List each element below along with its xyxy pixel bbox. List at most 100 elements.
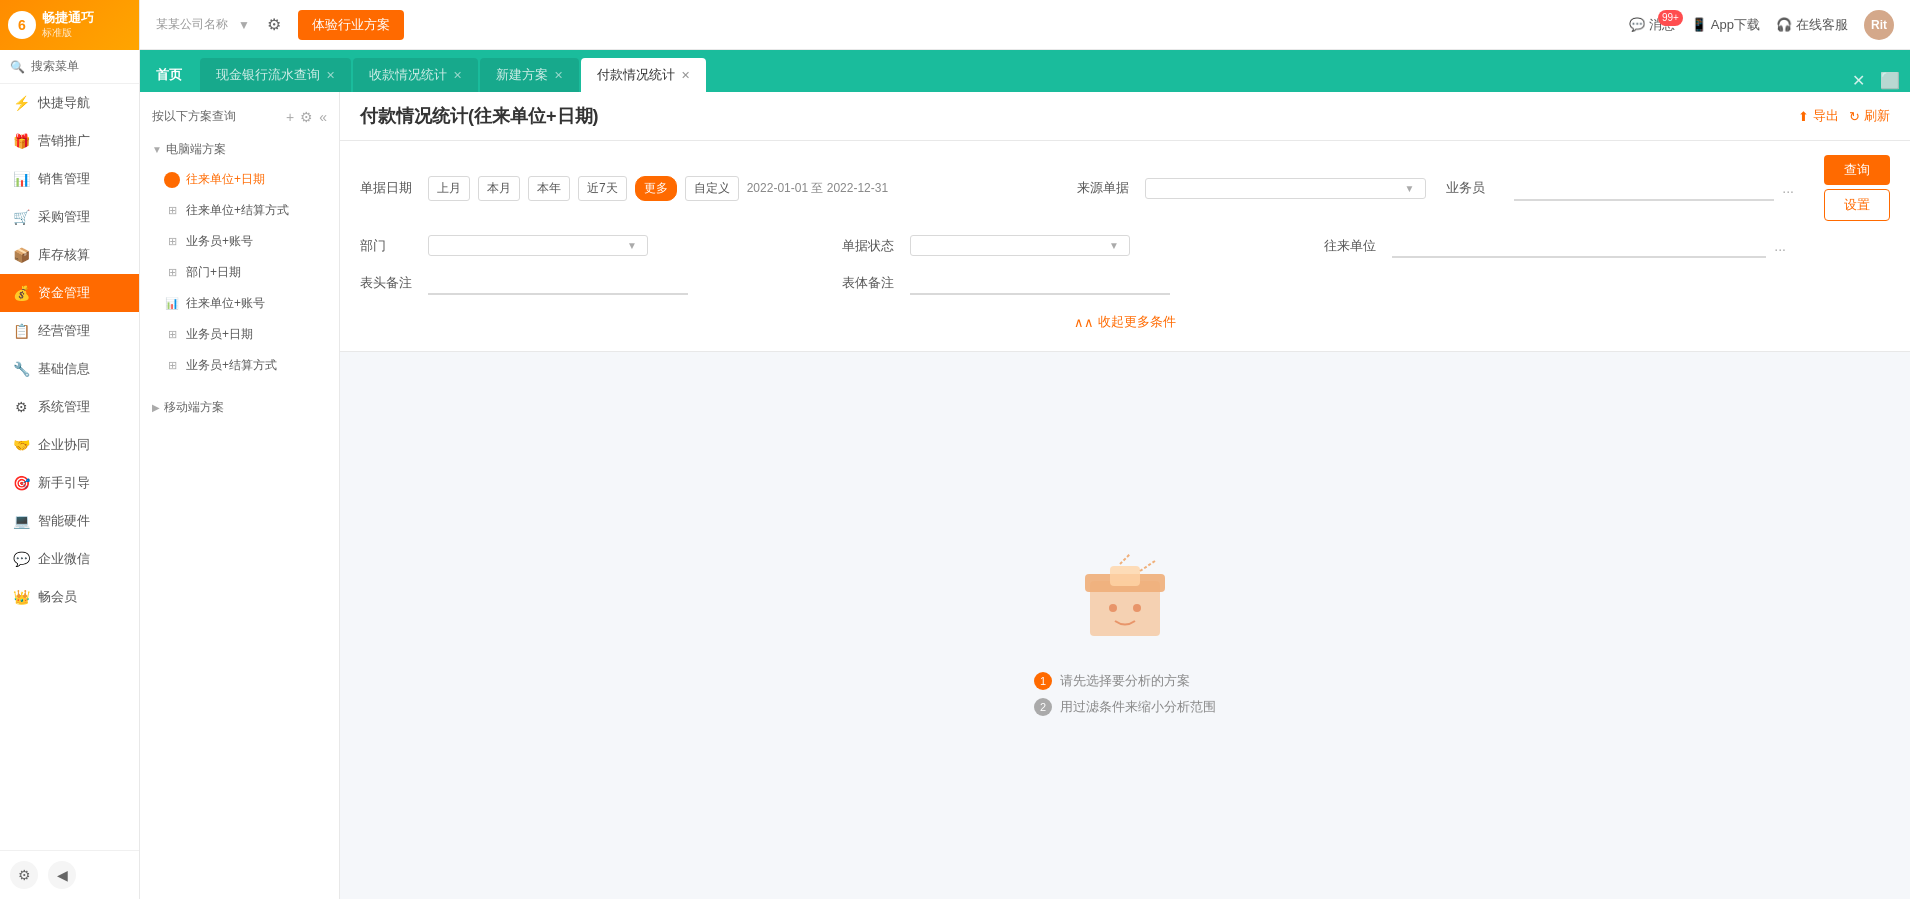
svg-point-4 bbox=[1133, 604, 1141, 612]
user-avatar[interactable]: Rit bbox=[1864, 10, 1894, 40]
system-icon: ⚙ bbox=[12, 398, 30, 416]
left-panel: 按以下方案查询 + ⚙ « ▼ 电脑端方案 往来单位 bbox=[140, 92, 340, 899]
sidebar-item-sales[interactable]: 📊 销售管理 bbox=[0, 160, 139, 198]
message-badge: 99+ bbox=[1658, 10, 1683, 26]
topbar: 某某公司名称 ▼ ⚙ 体验行业方案 💬 消息 99+ 📱 App下载 🎧 在线客… bbox=[140, 0, 1910, 50]
tabbar: 首页 现金银行流水查询 ✕ 收款情况统计 ✕ 新建方案 ✕ 付款情况统计 ✕ ✕… bbox=[140, 50, 1910, 92]
desktop-schemes-section: ▼ 电脑端方案 往来单位+日期 ⊞ 往来单位+结算方式 bbox=[140, 131, 339, 385]
date-filter-group: 单据日期 上月 本月 本年 近7天 更多 自定义 2022-01-01 至 20… bbox=[360, 176, 1057, 201]
tab-payment-close[interactable]: ✕ bbox=[681, 69, 690, 82]
topbar-gear-btn[interactable]: ⚙ bbox=[260, 11, 288, 39]
desktop-schemes-toggle[interactable]: ▼ 电脑端方案 bbox=[140, 135, 339, 164]
sidebar-item-hardware[interactable]: 💻 智能硬件 bbox=[0, 502, 139, 540]
tab-payment[interactable]: 付款情况统计 ✕ bbox=[581, 58, 706, 92]
svg-point-3 bbox=[1109, 604, 1117, 612]
query-btn[interactable]: 查询 bbox=[1824, 155, 1890, 185]
setting-btn[interactable]: 设置 bbox=[1824, 189, 1890, 221]
scheme-settings-btn[interactable]: ⚙ bbox=[300, 109, 313, 125]
tip-num-2: 2 bbox=[1034, 698, 1052, 716]
settings-bottom-btn[interactable]: ⚙ bbox=[10, 861, 38, 889]
sidebar-item-wechat[interactable]: 💬 企业微信 bbox=[0, 540, 139, 578]
trial-btn[interactable]: 体验行业方案 bbox=[298, 10, 404, 40]
sidebar-item-quick-nav[interactable]: ⚡ 快捷导航 bbox=[0, 84, 139, 122]
source-doc-select[interactable]: ▼ bbox=[1145, 178, 1426, 199]
collapse-icon: ∧∧ bbox=[1074, 315, 1094, 330]
export-btn[interactable]: ⬆ 导出 bbox=[1798, 107, 1839, 125]
svg-rect-2 bbox=[1110, 566, 1140, 586]
staff-group: 业务员 ... bbox=[1446, 176, 1795, 201]
app-icon: 📱 bbox=[1691, 17, 1707, 32]
counterpart-dots: ... bbox=[1774, 238, 1786, 254]
collapse-panel-btn[interactable]: « bbox=[319, 109, 327, 125]
tab-home[interactable]: 首页 bbox=[140, 58, 198, 92]
close-all-tabs-btn[interactable]: ✕ bbox=[1846, 68, 1870, 92]
date-7days-btn[interactable]: 近7天 bbox=[578, 176, 627, 201]
right-header: 付款情况统计(往来单位+日期) ⬆ 导出 ↻ 刷新 bbox=[340, 92, 1910, 141]
tab-bank-close[interactable]: ✕ bbox=[326, 69, 335, 82]
body-note-input[interactable] bbox=[910, 270, 1170, 294]
tab-new-plan-close[interactable]: ✕ bbox=[554, 69, 563, 82]
sidebar-item-cooperation[interactable]: 🤝 企业协同 bbox=[0, 426, 139, 464]
scheme-staff-date[interactable]: ⊞ 业务员+日期 bbox=[140, 319, 339, 350]
sidebar-item-guide[interactable]: 🎯 新手引导 bbox=[0, 464, 139, 502]
filter-row-2: 部门 ▼ 单据状态 ▼ 往来单位 bbox=[360, 233, 1890, 258]
header-note-input[interactable] bbox=[428, 270, 688, 294]
date-this-year-btn[interactable]: 本年 bbox=[528, 176, 570, 201]
topbar-right: 💬 消息 99+ 📱 App下载 🎧 在线客服 Rit bbox=[1629, 10, 1894, 40]
header-actions: ⬆ 导出 ↻ 刷新 bbox=[1798, 107, 1890, 125]
quick-nav-icon: ⚡ bbox=[12, 94, 30, 112]
sidebar-item-inventory[interactable]: 📦 库存核算 bbox=[0, 236, 139, 274]
sidebar-item-basic[interactable]: 🔧 基础信息 bbox=[0, 350, 139, 388]
refresh-btn[interactable]: ↻ 刷新 bbox=[1849, 107, 1890, 125]
dept-select[interactable]: ▼ bbox=[428, 235, 648, 256]
doc-status-group: 单据状态 ▼ bbox=[842, 235, 1304, 256]
doc-status-select[interactable]: ▼ bbox=[910, 235, 1130, 256]
desktop-schemes-arrow: ▼ bbox=[152, 144, 162, 155]
sidebar-item-purchase[interactable]: 🛒 采购管理 bbox=[0, 198, 139, 236]
tab-receipt-close[interactable]: ✕ bbox=[453, 69, 462, 82]
collapse-sidebar-btn[interactable]: ◀ bbox=[48, 861, 76, 889]
mobile-schemes-toggle[interactable]: ▶ 移动端方案 bbox=[140, 393, 339, 422]
expand-tab-btn[interactable]: ⬜ bbox=[1878, 68, 1902, 92]
scheme-counterpart-account[interactable]: 📊 往来单位+账号 bbox=[140, 288, 339, 319]
date-last-month-btn[interactable]: 上月 bbox=[428, 176, 470, 201]
mobile-schemes-arrow: ▶ bbox=[152, 402, 160, 413]
sidebar-item-marketing[interactable]: 🎁 营销推广 bbox=[0, 122, 139, 160]
staff-dots: ... bbox=[1782, 180, 1794, 196]
date-custom-btn[interactable]: 自定义 bbox=[685, 176, 739, 201]
empty-svg bbox=[1065, 536, 1185, 656]
app-download-btn[interactable]: 📱 App下载 bbox=[1691, 16, 1760, 34]
scheme-counterpart-settle[interactable]: ⊞ 往来单位+结算方式 bbox=[140, 195, 339, 226]
sidebar-item-operations[interactable]: 📋 经营管理 bbox=[0, 312, 139, 350]
sidebar-item-vip[interactable]: 👑 畅会员 bbox=[0, 578, 139, 616]
tab-bank[interactable]: 现金银行流水查询 ✕ bbox=[200, 58, 351, 92]
online-service-btn[interactable]: 🎧 在线客服 bbox=[1776, 16, 1848, 34]
search-menu[interactable]: 🔍 搜索菜单 bbox=[0, 50, 139, 84]
scheme-counterpart-date[interactable]: 往来单位+日期 bbox=[140, 164, 339, 195]
sidebar-item-finance[interactable]: 💰 资金管理 bbox=[0, 274, 139, 312]
doc-status-arrow: ▼ bbox=[1109, 240, 1119, 251]
date-this-month-btn[interactable]: 本月 bbox=[478, 176, 520, 201]
scheme-staff-settle[interactable]: ⊞ 业务员+结算方式 bbox=[140, 350, 339, 381]
messages-btn[interactable]: 💬 消息 99+ bbox=[1629, 16, 1675, 34]
body-note-label: 表体备注 bbox=[842, 274, 902, 292]
staff-input[interactable] bbox=[1514, 176, 1775, 200]
staff-label: 业务员 bbox=[1446, 179, 1506, 197]
scheme-dept-date[interactable]: ⊞ 部门+日期 bbox=[140, 257, 339, 288]
source-doc-arrow: ▼ bbox=[1405, 183, 1415, 194]
counterpart-input[interactable] bbox=[1392, 233, 1766, 257]
tab-receipt[interactable]: 收款情况统计 ✕ bbox=[353, 58, 478, 92]
tabbar-actions: ✕ ⬜ bbox=[1846, 68, 1910, 92]
date-more-btn[interactable]: 更多 bbox=[635, 176, 677, 201]
doc-status-label: 单据状态 bbox=[842, 237, 902, 255]
empty-tips: 1 请先选择要分析的方案 2 用过滤条件来缩小分析范围 bbox=[1034, 672, 1216, 716]
collapse-conditions-btn[interactable]: ∧∧ 收起更多条件 bbox=[1058, 307, 1192, 337]
add-scheme-btn[interactable]: + bbox=[286, 109, 294, 125]
scheme-staff-account[interactable]: ⊞ 业务员+账号 bbox=[140, 226, 339, 257]
vip-icon: 👑 bbox=[12, 588, 30, 606]
breadcrumb-arrow: ▼ bbox=[238, 18, 250, 32]
sidebar-item-system[interactable]: ⚙ 系统管理 bbox=[0, 388, 139, 426]
dept-arrow: ▼ bbox=[627, 240, 637, 251]
wechat-icon: 💬 bbox=[12, 550, 30, 568]
tab-new-plan[interactable]: 新建方案 ✕ bbox=[480, 58, 579, 92]
